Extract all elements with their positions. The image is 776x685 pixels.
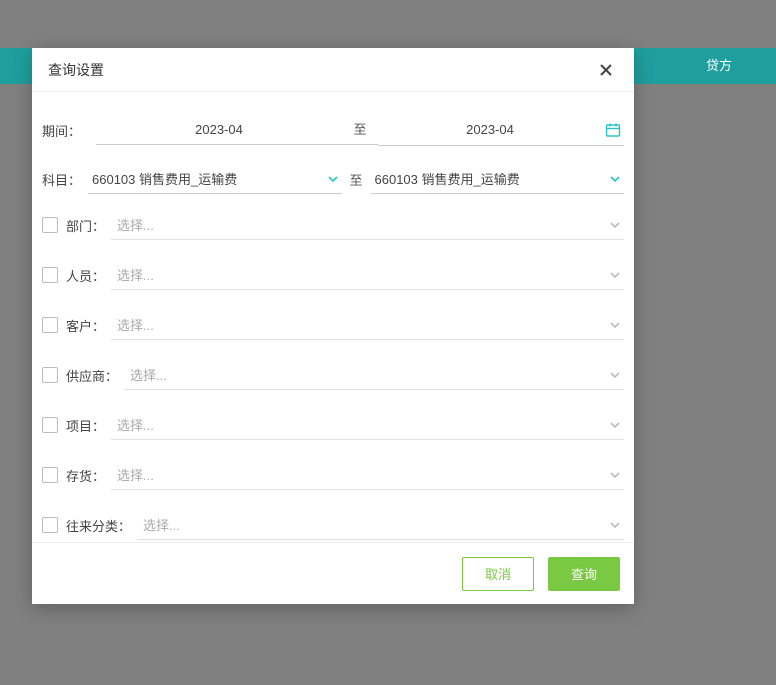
checkbox-customer[interactable]	[42, 317, 58, 333]
period-to-label: 至	[342, 115, 378, 145]
filter-select-project[interactable]: 选择...	[111, 410, 624, 440]
filter-select-inventory[interactable]: 选择...	[111, 460, 624, 490]
modal-footer: 取消 查询	[32, 542, 634, 604]
filter-placeholder-supplier: 选择...	[124, 365, 167, 384]
filter-label-supplier: 供应商：	[66, 366, 118, 385]
filter-label-customer: 客户：	[66, 316, 105, 335]
filter-label-inventory: 存货：	[66, 466, 105, 485]
checkbox-person[interactable]	[42, 267, 58, 283]
modal-header: 查询设置	[32, 48, 634, 92]
chevron-down-icon	[606, 173, 624, 185]
checkbox-ar_ap_cat[interactable]	[42, 517, 58, 533]
period-start-input[interactable]	[96, 115, 342, 145]
subject-row: 科目： 660103 销售费用_运输费 至 660103 销售费用_运输费	[42, 150, 624, 200]
modal-title: 查询设置	[48, 60, 104, 80]
modal-scroll-area[interactable]: 期间： 至 科目： 66	[32, 92, 634, 542]
filter-row-ar_ap_cat: 往来分类： 选择...	[42, 500, 624, 542]
filter-row-supplier: 供应商： 选择...	[42, 350, 624, 400]
filter-placeholder-person: 选择...	[111, 265, 154, 284]
subject-label: 科目：	[42, 170, 88, 189]
period-label: 期间：	[42, 121, 96, 140]
chevron-down-icon	[606, 519, 624, 531]
filter-select-supplier[interactable]: 选择...	[124, 360, 624, 390]
checkbox-project[interactable]	[42, 417, 58, 433]
filter-row-inventory: 存货： 选择...	[42, 450, 624, 500]
query-button[interactable]: 查询	[548, 557, 620, 591]
calendar-icon[interactable]	[602, 122, 624, 138]
filter-select-person[interactable]: 选择...	[111, 260, 624, 290]
filter-row-department: 部门： 选择...	[42, 200, 624, 250]
filter-label-ar_ap_cat: 往来分类：	[66, 516, 131, 535]
query-settings-modal: 查询设置 期间： 至	[32, 48, 634, 604]
subject-start-select[interactable]: 660103 销售费用_运输费	[88, 164, 342, 194]
close-icon	[599, 63, 613, 77]
period-end-wrap	[378, 115, 624, 146]
filter-select-customer[interactable]: 选择...	[111, 310, 624, 340]
chevron-down-icon	[606, 419, 624, 431]
subject-end-value: 660103 销售费用_运输费	[371, 169, 520, 188]
filter-placeholder-ar_ap_cat: 选择...	[137, 515, 180, 534]
period-row: 期间： 至	[42, 106, 624, 150]
subject-start-value: 660103 销售费用_运输费	[88, 169, 237, 188]
filter-placeholder-project: 选择...	[111, 415, 154, 434]
query-button-label: 查询	[571, 564, 597, 583]
filter-select-department[interactable]: 选择...	[111, 210, 624, 240]
filter-placeholder-department: 选择...	[111, 215, 154, 234]
checkbox-supplier[interactable]	[42, 367, 58, 383]
filter-label-department: 部门：	[66, 216, 105, 235]
close-button[interactable]	[594, 58, 618, 82]
filter-label-project: 项目：	[66, 416, 105, 435]
filter-placeholder-customer: 选择...	[111, 315, 154, 334]
checkbox-department[interactable]	[42, 217, 58, 233]
modal-body: 期间： 至 科目： 66	[32, 92, 634, 542]
chevron-down-icon	[606, 219, 624, 231]
filter-placeholder-inventory: 选择...	[111, 465, 154, 484]
cancel-button[interactable]: 取消	[462, 557, 534, 591]
chevron-down-icon	[606, 469, 624, 481]
subject-to-label: 至	[342, 170, 371, 189]
filter-row-customer: 客户： 选择...	[42, 300, 624, 350]
filter-row-person: 人员： 选择...	[42, 250, 624, 300]
filter-label-person: 人员：	[66, 266, 105, 285]
chevron-down-icon	[606, 319, 624, 331]
period-end-input[interactable]	[378, 115, 602, 145]
checkbox-inventory[interactable]	[42, 467, 58, 483]
chevron-down-icon	[606, 369, 624, 381]
credit-column-label: 贷方	[706, 48, 732, 84]
filter-row-project: 项目： 选择...	[42, 400, 624, 450]
subject-end-select[interactable]: 660103 销售费用_运输费	[371, 164, 625, 194]
chevron-down-icon	[324, 173, 342, 185]
filter-select-ar_ap_cat[interactable]: 选择...	[137, 510, 624, 540]
chevron-down-icon	[606, 269, 624, 281]
cancel-button-label: 取消	[485, 564, 511, 583]
